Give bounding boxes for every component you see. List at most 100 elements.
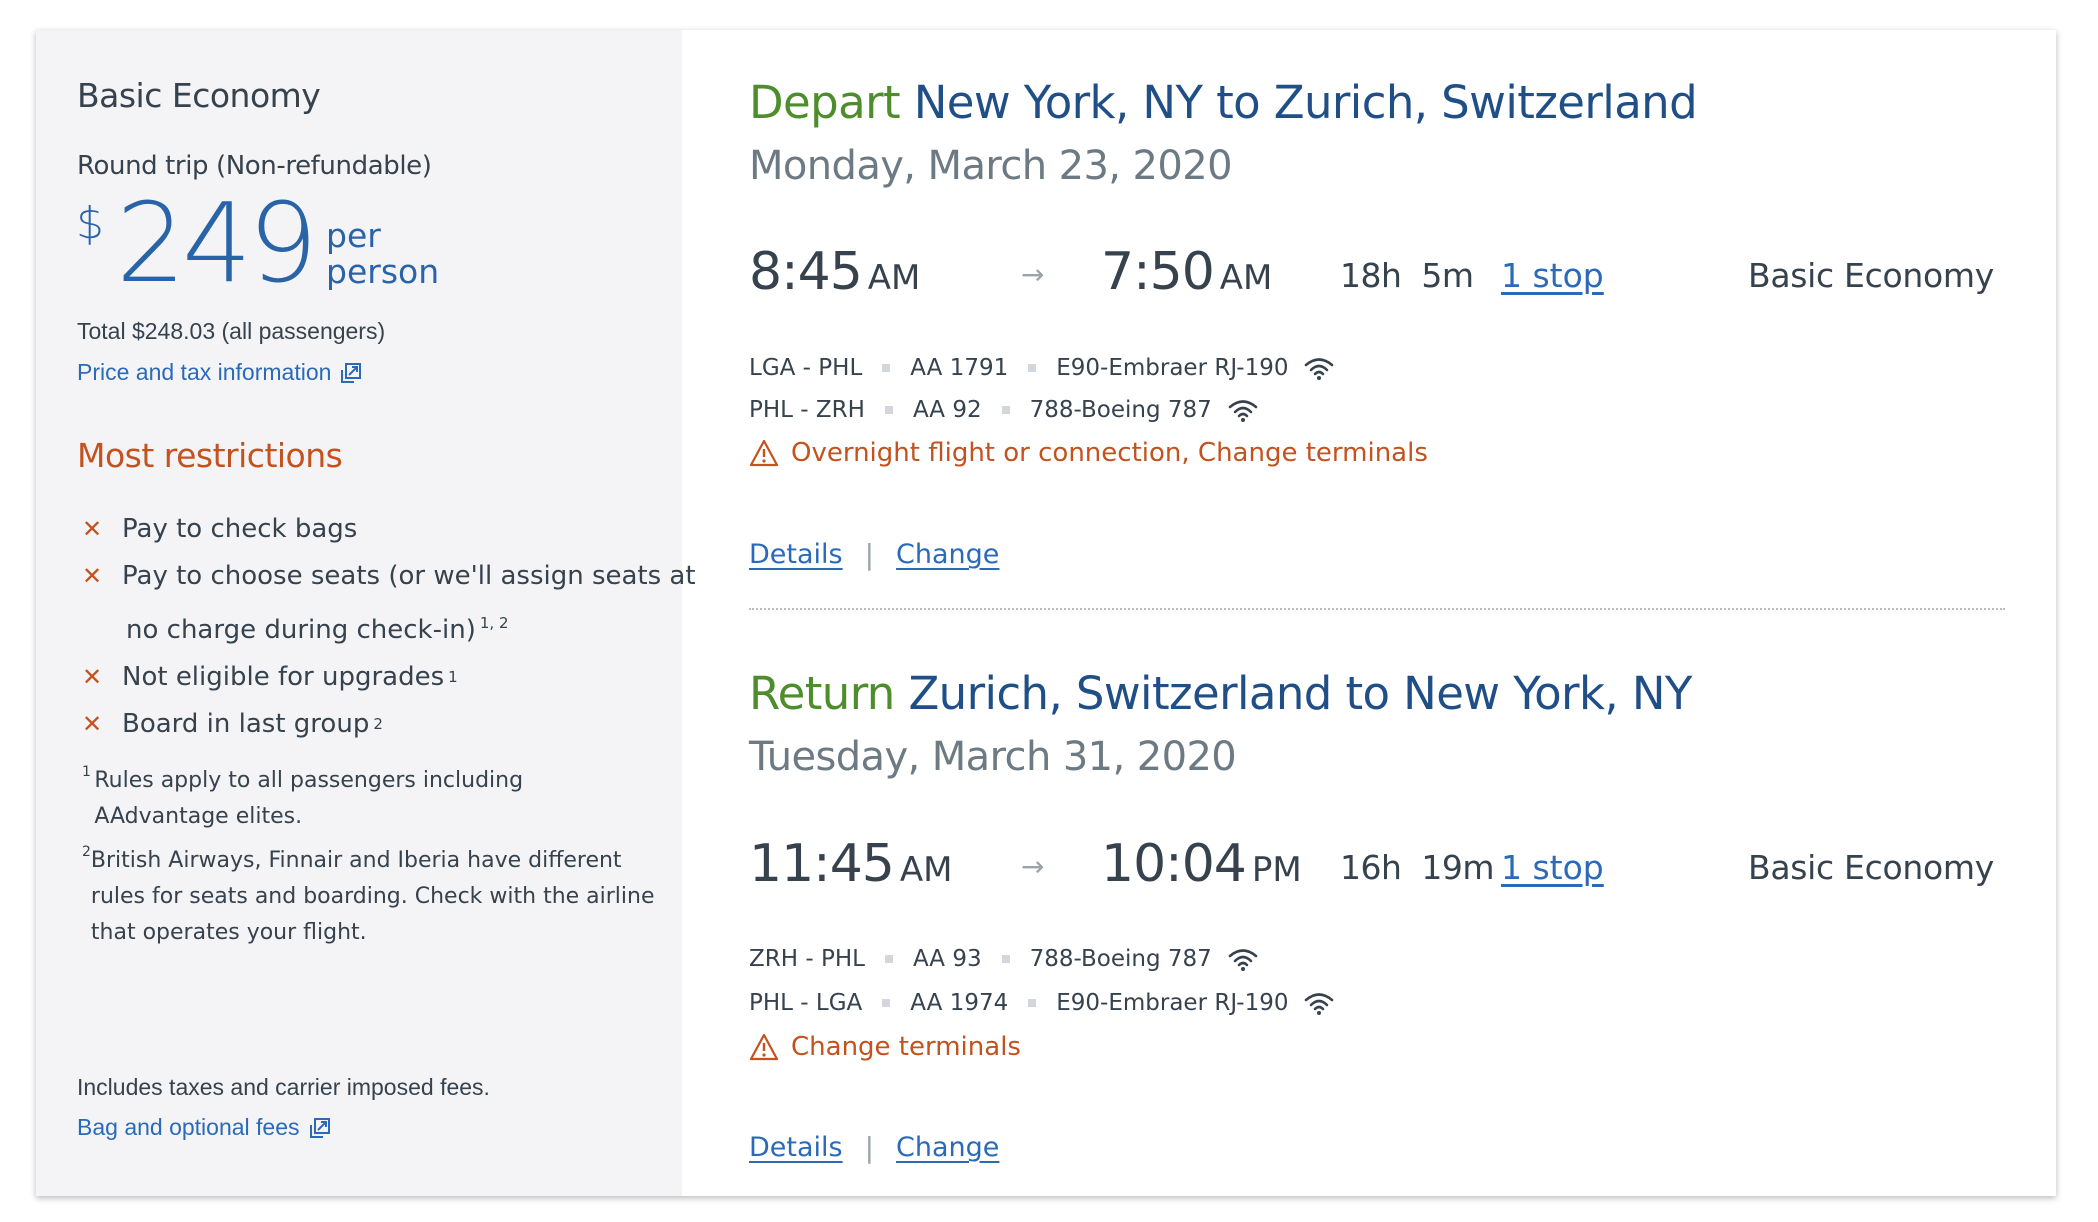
footnote-text: Rules apply to all passengers including … [94,768,524,829]
time-value: 11:45 [749,834,895,894]
restriction-text: Pay to check bags [122,514,358,544]
total-price: Total $248.03 (all passengers) [77,318,386,344]
depart-time: 11:45 AM [749,834,952,894]
time-value: 8:45 [749,242,863,302]
footnote: 2 British Airways, Finnair and Iberia ha… [82,843,662,951]
restriction-item: ✕ Pay to choose seats (or we'll assign s… [82,553,696,600]
trip-actions: Details | Change [749,538,999,571]
segment-row: PHL - LGA AA 1974 E90-Embraer RJ-190 [749,990,1334,1016]
restriction-item-continued: no charge during check-in) 1, 2 [82,600,696,654]
restriction-text: Pay to choose seats (or we'll assign sea… [122,561,696,591]
trip-warning: Change terminals [749,1032,1021,1062]
arrive-time: 10:04 PM [1101,834,1302,894]
restriction-item: ✕ Pay to check bags [82,506,696,553]
time-ampm: PM [1251,850,1302,890]
trip-date: Monday, March 23, 2020 [749,143,1233,189]
change-link[interactable]: Change [896,539,999,570]
person-label: person [326,252,440,291]
time-ampm: AM [1219,258,1273,298]
footnote-number: 1 [82,764,91,780]
trip-route: New York, NY to Zurich, Switzerland [913,76,1698,129]
separator-dot [882,999,891,1007]
trip-type: Round trip (Non-refundable) [77,151,432,181]
restrictions-heading: Most restrictions [77,436,343,475]
cabin-class: Basic Economy [1748,848,1994,887]
warning-text: Change terminals [791,1032,1021,1062]
warning-icon [749,439,779,467]
restriction-text: no charge during check-in) [126,615,476,645]
flight-number: AA 93 [912,946,982,972]
segment-row: LGA - PHL AA 1791 E90-Embraer RJ-190 [749,355,1334,381]
trip-route: Zurich, Switzerland to New York, NY [908,667,1692,720]
external-link-icon [341,362,362,383]
footnote-ref: 1, 2 [479,614,509,632]
trip-actions: Details | Change [749,1131,999,1164]
separator-dot [1001,955,1010,963]
duration: 18h 5m [1340,256,1474,295]
footnote-ref: 2 [373,715,383,733]
trip-divider [749,608,2005,610]
cabin-class: Basic Economy [1748,256,1994,295]
warning-text: Overnight flight or connection, Change t… [791,438,1428,468]
change-link[interactable]: Change [896,1132,999,1163]
includes-taxes-note: Includes taxes and carrier imposed fees. [77,1074,490,1100]
restriction-text: Not eligible for upgrades [122,662,445,692]
warning-icon [749,1033,779,1061]
stops-link[interactable]: 1 stop [1501,256,1604,295]
stops-link[interactable]: 1 stop [1501,848,1604,887]
footnote: 1 Rules apply to all passengers includin… [82,763,662,835]
time-ampm: AM [867,258,921,298]
segment-route: ZRH - PHL [749,946,865,972]
x-icon: ✕ [82,663,103,691]
arrow-right-icon: → [1021,258,1045,291]
fare-panel: Basic Economy Round trip (Non-refundable… [36,30,696,1196]
per-label: per [326,216,381,255]
separator-dot [1028,999,1037,1007]
separator-dot [882,364,891,372]
segment-route: PHL - LGA [749,990,863,1016]
separator-dot [884,406,893,414]
segment-route: PHL - ZRH [749,397,865,423]
bag-fees-link[interactable]: Bag and optional fees [77,1114,332,1141]
x-icon: ✕ [82,515,103,543]
footnote-number: 2 [82,844,91,860]
x-icon: ✕ [82,562,103,590]
price-tax-info-label: Price and tax information [77,359,332,385]
footnotes: 1 Rules apply to all passengers includin… [82,763,662,959]
price-tax-info-link[interactable]: Price and tax information [77,359,363,386]
segment-route: LGA - PHL [749,355,863,381]
fare-class-title: Basic Economy [77,76,321,115]
arrive-time: 7:50 AM [1101,242,1272,302]
fare-summary-card: Basic Economy Round trip (Non-refundable… [36,30,2056,1196]
segment-row: ZRH - PHL AA 93 788-Boeing 787 [749,946,1258,972]
flight-number: AA 1974 [910,990,1009,1016]
trip-date: Tuesday, March 31, 2020 [749,734,1237,780]
aircraft: 788-Boeing 787 [1029,397,1212,423]
bag-fees-label: Bag and optional fees [77,1114,300,1140]
footnote-text: British Airways, Finnair and Iberia have… [90,848,655,945]
external-link-icon [309,1117,330,1138]
currency-symbol: $ [76,198,104,249]
separator-dot [1001,406,1010,414]
link-separator: | [864,1131,875,1164]
wifi-icon [1305,993,1334,1015]
x-icon: ✕ [82,710,103,738]
segment-row: PHL - ZRH AA 92 788-Boeing 787 [749,397,1258,423]
restriction-text: Board in last group [122,709,370,739]
depart-time: 8:45 AM [749,242,920,302]
flight-number: AA 1791 [910,355,1009,381]
flight-number: AA 92 [912,397,982,423]
trip-direction: Return [749,667,895,720]
details-link[interactable]: Details [749,1132,843,1163]
trip-heading: Depart New York, NY to Zurich, Switzerla… [749,76,1698,129]
per-person-label: per person [326,218,439,290]
trip-warning: Overnight flight or connection, Change t… [749,438,1428,468]
duration: 16h 19m [1340,848,1495,887]
details-link[interactable]: Details [749,539,843,570]
restrictions-list: ✕ Pay to check bags ✕ Pay to choose seat… [82,506,696,748]
wifi-icon [1228,400,1258,422]
trip-direction: Depart [749,76,901,129]
restriction-item: ✕ Board in last group 2 [82,701,696,748]
wifi-icon [1305,358,1334,380]
aircraft: 788-Boeing 787 [1029,946,1212,972]
